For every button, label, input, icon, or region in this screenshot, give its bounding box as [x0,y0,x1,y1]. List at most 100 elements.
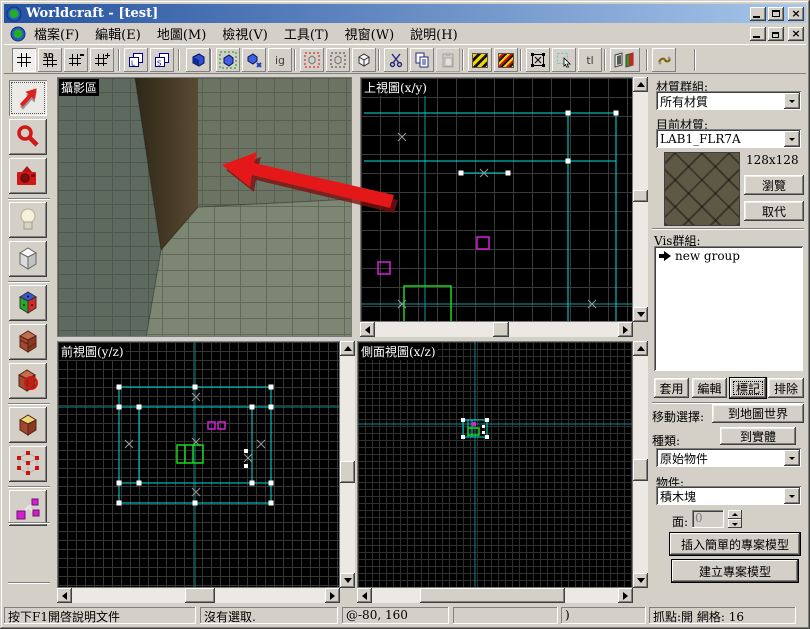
category-label: 種類: [652,434,681,448]
paste-button[interactable] [436,48,460,72]
mdi-restore-button[interactable] [768,26,784,41]
front-view-vscrollbar[interactable] [340,341,355,588]
magnify-tool-button[interactable] [9,119,47,155]
path-tool-button[interactable] [9,490,47,526]
create-prefab-button[interactable]: 建立專案模型 [672,560,798,582]
menu-map[interactable]: 地圖(M) [149,22,214,45]
texture-lock-button[interactable]: tl [578,48,602,72]
vscroll-thumb[interactable] [633,190,648,202]
copy-button[interactable] [410,48,434,72]
texture-application-tool-button[interactable] [9,285,47,321]
category-combo[interactable]: 原始物件 [656,448,802,468]
hscroll-thumb[interactable] [493,322,509,337]
hscroll-thumb[interactable] [185,588,215,603]
smaller-grid-button[interactable] [64,48,88,72]
larger-grid-button[interactable] [90,48,114,72]
faces-input[interactable]: 0 [692,510,724,528]
selection-tool-button[interactable] [9,80,47,116]
maximize-button[interactable] [768,6,784,21]
clipping-tool-button[interactable] [9,407,47,443]
browse-button[interactable]: 瀏覽 [744,175,804,195]
group-button[interactable] [216,48,240,72]
vscroll-thumb[interactable] [633,459,648,481]
entity-tool-button[interactable] [9,202,47,238]
texture-group-combo[interactable]: 所有材質 [656,91,802,111]
minimize-button[interactable] [750,6,766,21]
menu-file[interactable]: 檔案(F) [26,22,87,45]
scroll-left-button[interactable] [360,322,375,337]
carve-button[interactable] [468,48,492,72]
group-selection-button[interactable] [526,48,550,72]
visgroups-list[interactable]: new group [654,246,804,372]
front-viewport[interactable]: 前視圖(y/z) [57,341,340,588]
grid-minus-icon [69,54,84,66]
to-entity-button[interactable]: 到實體 [720,427,796,445]
scroll-right-button[interactable] [618,588,633,603]
menu-edit[interactable]: 編輯(E) [87,22,149,45]
scroll-up-button[interactable] [633,341,648,356]
scroll-left-button[interactable] [357,588,372,603]
chevron-down-icon[interactable] [784,131,800,147]
front-view-hscrollbar[interactable] [57,588,340,603]
faces-spin-up[interactable] [728,510,742,519]
menu-view[interactable]: 檢視(V) [214,22,276,45]
menu-tools[interactable]: 工具(T) [276,22,337,45]
scroll-right-button[interactable] [325,588,340,603]
objects-combo[interactable]: 積木塊 [656,486,802,506]
show-all-button[interactable] [352,48,376,72]
block-tool-button[interactable] [9,241,47,277]
chevron-down-icon[interactable] [784,488,800,504]
visgroup-exclude-button[interactable]: 排除 [768,378,804,398]
toggle-3d-grid-button[interactable]: 3D [38,48,62,72]
scroll-left-button[interactable] [57,588,72,603]
ungroup-button[interactable] [242,48,266,72]
replace-button[interactable]: 取代 [744,201,804,221]
hide-selected-button[interactable] [300,48,324,72]
close-button[interactable]: × [788,6,804,21]
save-window-state-button[interactable]: S [150,48,174,72]
visgroup-mark-button[interactable]: 標記 [730,378,766,398]
side-viewport[interactable]: 側面視圖(x/z) [357,341,633,588]
chevron-down-icon[interactable] [784,93,800,109]
to-world-button[interactable]: 到地圖世界 [712,404,804,423]
current-texture-combo[interactable]: LAB1_FLR7A [656,129,802,149]
make-hollow-button[interactable] [494,48,518,72]
insert-prefab-button[interactable]: 插入簡單的專案模型 [670,533,800,555]
vertex-tool-button[interactable] [9,446,47,482]
hide-unselected-button[interactable] [326,48,350,72]
menu-window[interactable]: 視窗(W) [337,22,403,45]
scroll-up-button[interactable] [633,77,648,92]
apply-texture-tool-button[interactable] [9,324,47,360]
top-viewport[interactable]: 上視圖(x/y) [360,77,633,322]
hscroll-thumb[interactable] [420,588,565,603]
toggle-grid-button[interactable] [12,48,36,72]
top-view-vscrollbar[interactable] [633,77,648,322]
magic-select-button[interactable] [552,48,576,72]
top-view-hscrollbar[interactable] [360,322,633,337]
ignore-groups-button[interactable]: ig [268,48,292,72]
scroll-right-button[interactable] [618,322,633,337]
visgroup-item[interactable]: new group [654,246,804,266]
faces-spin-down[interactable] [728,519,742,528]
texture-application-button[interactable] [610,48,640,72]
side-view-hscrollbar[interactable] [357,588,633,603]
camera-tool-button[interactable] [9,158,47,194]
load-window-state-button[interactable]: L [124,48,148,72]
goto-brush-button[interactable] [186,48,210,72]
menu-help[interactable]: 說明(H) [402,22,465,45]
mdi-minimize-button[interactable] [750,26,766,41]
vscroll-thumb[interactable] [340,461,355,483]
visgroup-edit-button[interactable]: 編輯 [692,378,727,398]
visgroup-apply-button[interactable]: 套用 [654,378,689,398]
cut-button[interactable] [384,48,408,72]
scroll-up-button[interactable] [340,341,355,356]
side-view-vscrollbar[interactable] [633,341,648,588]
chevron-down-icon[interactable] [784,450,800,466]
camera-viewport[interactable]: 攝影區 [57,77,352,337]
scroll-down-button[interactable] [633,307,648,322]
scroll-down-button[interactable] [340,573,355,588]
decal-tool-button[interactable] [9,363,47,399]
scroll-down-button[interactable] [633,573,648,588]
mdi-close-button[interactable]: × [788,26,804,41]
run-map-button[interactable] [652,48,676,72]
